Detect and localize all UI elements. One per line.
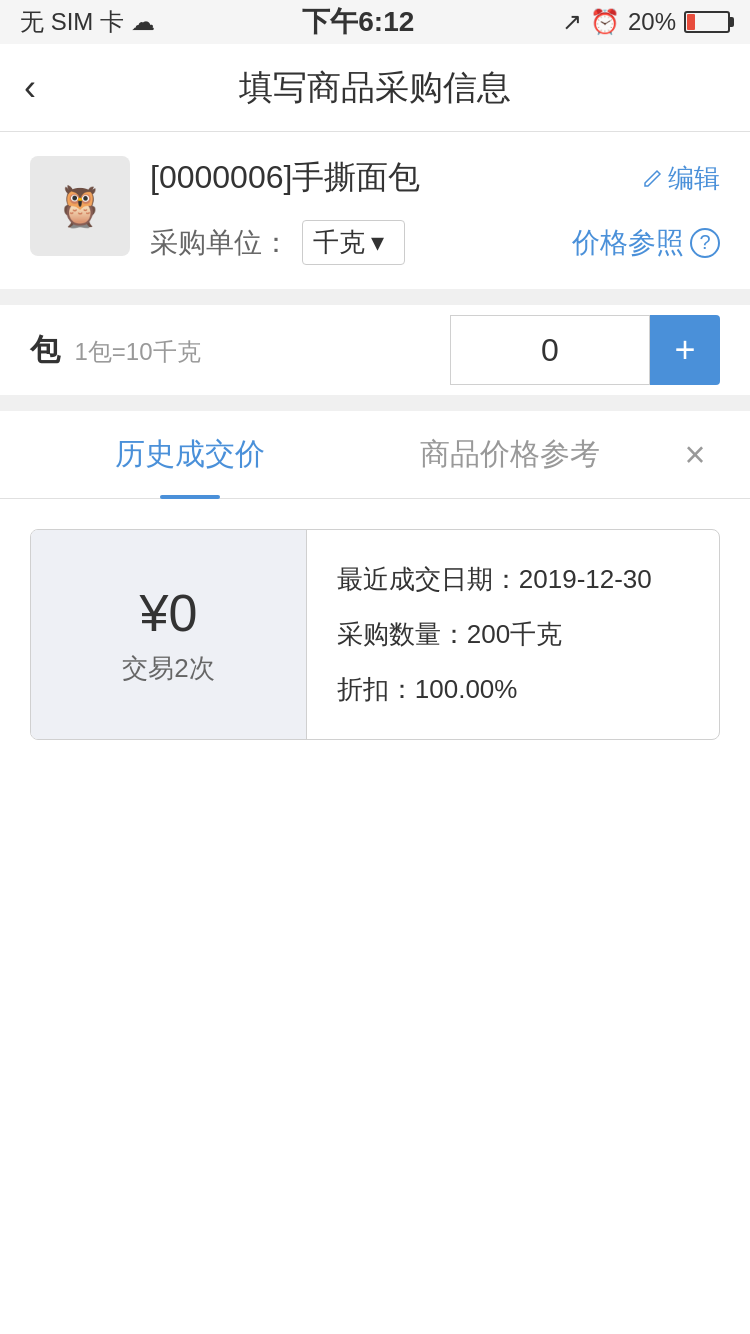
discount-row: 折扣：100.00% [337,670,689,709]
quantity-plus-button[interactable]: + [650,315,720,385]
quantity-control: 0 + [450,315,720,385]
recent-date-label: 最近成交日期： [337,564,519,594]
unit-value: 千克 [313,225,365,260]
recent-date-row: 最近成交日期：2019-12-30 [337,560,689,599]
quantity-unit-label: 包 [30,333,60,366]
help-icon: ? [690,228,720,258]
status-time: 下午6:12 [302,3,414,41]
quantity-convert-label: 1包=10千克 [74,338,200,365]
discount-label: 折扣： [337,674,415,704]
purchase-quantity-value: 200千克 [467,619,562,649]
tabs-section: 历史成交价 商品价格参考 × ¥0 交易2次 最近成交日期：2019-12-30… [0,411,750,770]
tabs-close-button[interactable]: × [670,430,720,480]
edit-icon [642,167,664,189]
tabs-header: 历史成交价 商品价格参考 × [0,411,750,499]
status-bar: 无 SIM 卡 ☁ 下午6:12 ↗ ⏰ 20% [0,0,750,44]
back-button[interactable]: ‹ [24,67,36,109]
product-section: 🦉 [0000006]手撕面包 编辑 采购单位： 千克 ▾ 价格参照 [0,132,750,289]
page-title: 填写商品采购信息 [239,65,511,111]
tab-price-ref-label: 商品价格参考 [420,434,600,475]
quantity-row: 包 1包=10千克 0 + [0,305,750,395]
section-divider [0,289,750,305]
unit-dropdown[interactable]: 千克 ▾ [302,220,405,265]
product-info: [0000006]手撕面包 编辑 采购单位： 千克 ▾ 价格参照 ? [150,156,720,265]
status-left: 无 SIM 卡 ☁ [20,6,155,38]
price-trades: 交易2次 [122,651,214,686]
price-card-container: ¥0 交易2次 最近成交日期：2019-12-30 采购数量：200千克 折扣：… [0,499,750,770]
dropdown-arrow-icon: ▾ [371,227,384,258]
location-icon: ↗ [562,8,582,36]
status-right: ↗ ⏰ 20% [562,8,730,36]
tab-history-label: 历史成交价 [115,434,265,475]
battery-percent: 20% [628,8,676,36]
page-rest [0,770,750,1334]
unit-label: 采购单位： [150,224,290,262]
tab-price-reference[interactable]: 商品价格参考 [350,411,670,499]
header: ‹ 填写商品采购信息 [0,44,750,132]
battery-icon [684,11,730,33]
product-header-row: [0000006]手撕面包 编辑 [150,156,720,200]
tab-active-indicator [160,495,220,499]
tab-history-price[interactable]: 历史成交价 [30,411,350,499]
price-card-left: ¥0 交易2次 [31,530,307,739]
discount-value: 100.00% [415,674,518,704]
quantity-value: 0 [541,332,559,369]
quantity-label-area: 包 1包=10千克 [30,330,201,371]
unit-selector[interactable]: 采购单位： 千克 ▾ [150,220,405,265]
product-name: [0000006]手撕面包 [150,156,420,200]
price-card-right: 最近成交日期：2019-12-30 采购数量：200千克 折扣：100.00% [307,530,719,739]
price-card: ¥0 交易2次 最近成交日期：2019-12-30 采购数量：200千克 折扣：… [30,529,720,740]
product-thumbnail: 🦉 [30,156,130,256]
product-logo-icon: 🦉 [55,183,105,230]
edit-button[interactable]: 编辑 [642,161,720,196]
quantity-input[interactable]: 0 [450,315,650,385]
price-amount: ¥0 [139,583,197,643]
price-reference-button[interactable]: 价格参照 ? [572,224,720,262]
product-unit-row: 采购单位： 千克 ▾ 价格参照 ? [150,220,720,265]
purchase-quantity-row: 采购数量：200千克 [337,615,689,654]
recent-date-value: 2019-12-30 [519,564,652,594]
alarm-icon: ⏰ [590,8,620,36]
purchase-quantity-label: 采购数量： [337,619,467,649]
